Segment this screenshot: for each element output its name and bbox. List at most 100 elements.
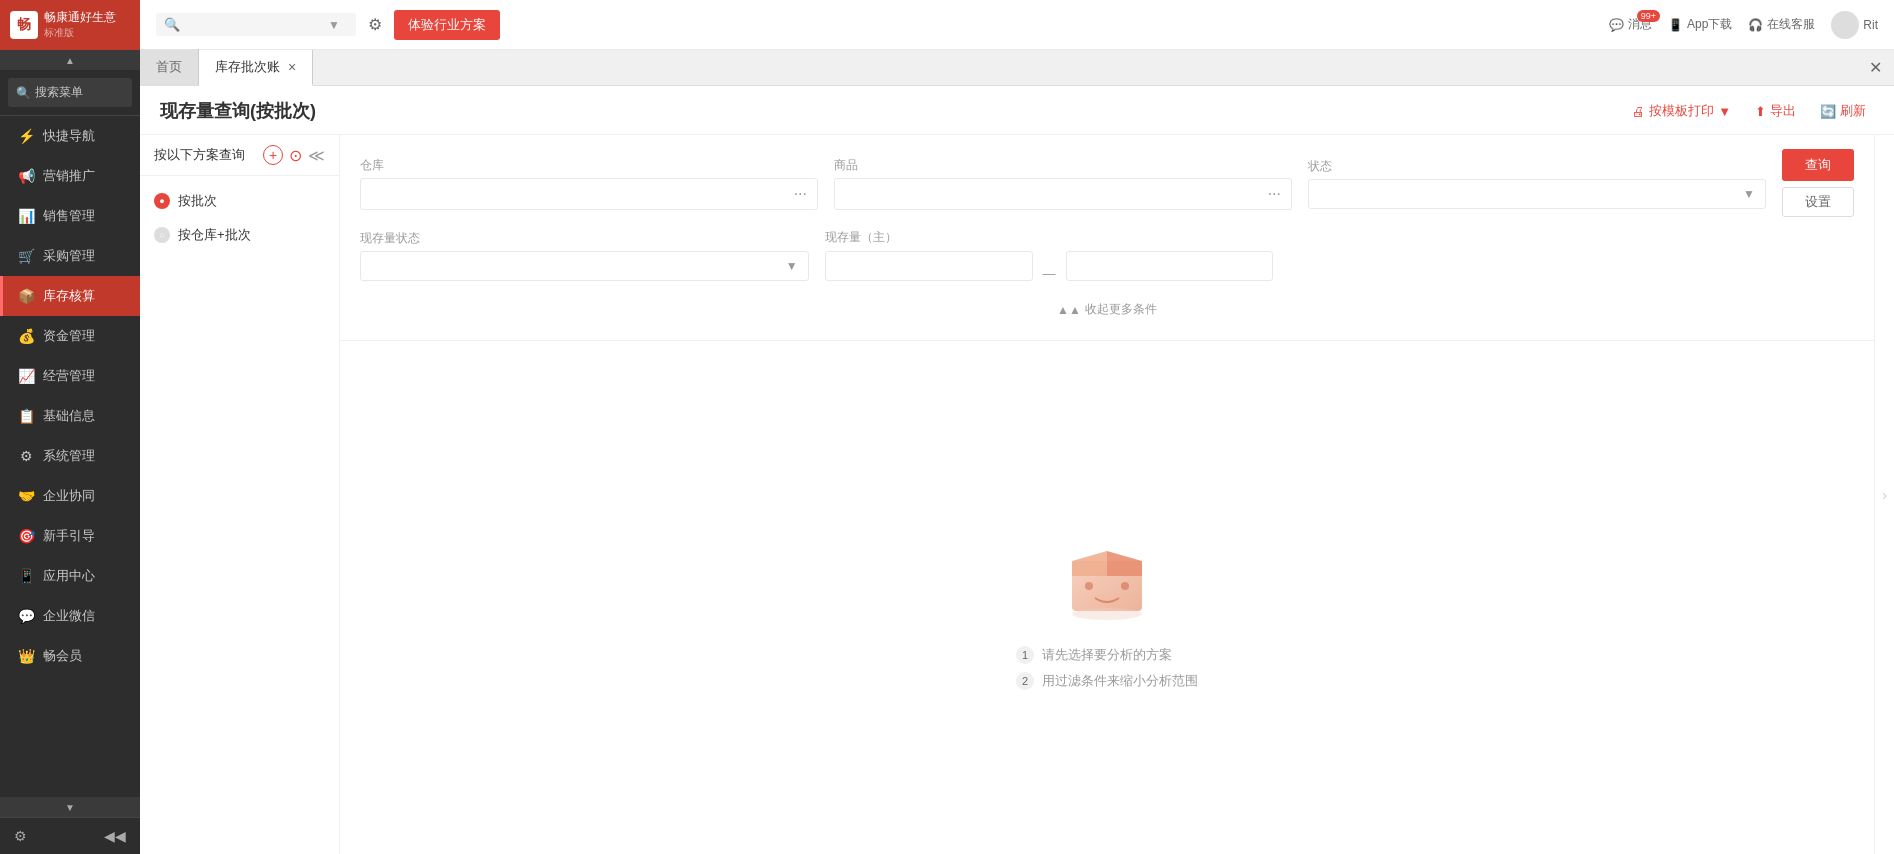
filter-active-dot: ●	[154, 193, 170, 209]
condition-row-2: 现存量状态 ▼ 现存量（主）	[360, 229, 1854, 281]
collapse-more-btn[interactable]: ▲▲ 收起更多条件	[360, 293, 1854, 326]
inventory-qty-dash: —	[1039, 266, 1060, 281]
close-tab-x-button[interactable]: ✕	[1869, 58, 1882, 77]
svg-marker-2	[1107, 551, 1142, 576]
member-icon: 👑	[17, 647, 35, 665]
sidebar-footer: ⚙ ◀◀	[0, 817, 140, 854]
search-conditions: 仓库 ··· 商品 ···	[340, 135, 1874, 341]
print-chevron-icon: ▼	[1718, 104, 1731, 119]
filter-panel: 按以下方案查询 + ⊙ ≪ ● 按批次 ○ 按仓库+批次	[140, 135, 340, 854]
warehouse-condition: 仓库 ···	[360, 157, 818, 210]
topbar-search-input[interactable]	[184, 18, 324, 32]
sidebar-item-operations[interactable]: 📈 经营管理	[0, 356, 140, 396]
inventory-qty-condition: 现存量（主） —	[825, 229, 1274, 281]
warehouse-input[interactable]: ···	[360, 178, 818, 210]
sidebar-item-basic-info[interactable]: 📋 基础信息	[0, 396, 140, 436]
page-header-actions: 🖨 按模板打印 ▼ ⬆ 导出 🔄 刷新	[1624, 98, 1874, 124]
scroll-down-arrow[interactable]: ▼	[0, 797, 140, 817]
empty-state: 1 请先选择要分析的方案 2 用过滤条件来缩小分析范围	[340, 341, 1874, 854]
filter-add-button[interactable]: +	[263, 145, 283, 165]
filter-settings-icon[interactable]: ⊙	[289, 146, 302, 165]
inventory-status-chevron-icon: ▼	[786, 259, 798, 273]
page-title: 现存量查询(按批次)	[160, 99, 316, 123]
inventory-qty-from[interactable]	[825, 251, 1033, 281]
enterprise-icon: 🤝	[17, 487, 35, 505]
product-label: 商品	[834, 157, 1292, 174]
user-profile-btn[interactable]: Rit	[1831, 11, 1878, 39]
sidebar: 畅 畅康通好生意 标准版 ▲ 🔍 搜索菜单 ⚡ 快捷导航 📢 营销推广 📊 销售…	[0, 0, 140, 854]
status-select[interactable]: ▼	[1308, 179, 1766, 209]
sidebar-item-finance[interactable]: 💰 资金管理	[0, 316, 140, 356]
topbar-right: 💬 消息 99+ 📱 App下载 🎧 在线客服 Rit	[1609, 11, 1878, 39]
status-label: 状态	[1308, 158, 1766, 175]
condition-actions: 查询 设置	[1782, 149, 1854, 217]
sidebar-item-inventory[interactable]: 📦 库存核算	[0, 276, 140, 316]
app-version: 标准版	[44, 26, 116, 40]
sidebar-item-sales[interactable]: 📊 销售管理	[0, 196, 140, 236]
product-dots[interactable]: ···	[1268, 185, 1281, 203]
svg-point-3	[1085, 582, 1093, 590]
scroll-up-arrow[interactable]: ▲	[0, 50, 140, 70]
sidebar-item-marketing[interactable]: 📢 营销推广	[0, 156, 140, 196]
app-logo: 畅	[10, 11, 38, 39]
tab-home[interactable]: 首页	[140, 49, 199, 85]
phone-icon: 📱	[1668, 18, 1683, 32]
avatar	[1831, 11, 1859, 39]
topbar-search[interactable]: 🔍 ▼	[156, 13, 356, 36]
sidebar-item-quick-nav[interactable]: ⚡ 快捷导航	[0, 116, 140, 156]
message-btn[interactable]: 💬 消息 99+	[1609, 16, 1652, 33]
inventory-status-condition: 现存量状态 ▼	[360, 230, 809, 281]
filter-item-warehouse-batch[interactable]: ○ 按仓库+批次	[140, 218, 339, 252]
product-input[interactable]: ···	[834, 178, 1292, 210]
sidebar-item-new-guide[interactable]: 🎯 新手引导	[0, 516, 140, 556]
message-badge: 99+	[1637, 10, 1660, 22]
sidebar-item-app-center[interactable]: 📱 应用中心	[0, 556, 140, 596]
inventory-qty-to[interactable]	[1066, 251, 1274, 281]
query-button[interactable]: 查询	[1782, 149, 1854, 181]
print-btn[interactable]: 🖨 按模板打印 ▼	[1624, 98, 1739, 124]
app-center-icon: 📱	[17, 567, 35, 585]
sidebar-item-system[interactable]: ⚙ 系统管理	[0, 436, 140, 476]
topbar: 🔍 ▼ ⚙ 体验行业方案 💬 消息 99+ 📱 App下载 🎧 在线客服 R	[140, 0, 1894, 50]
sidebar-item-purchase[interactable]: 🛒 采购管理	[0, 236, 140, 276]
inventory-status-select[interactable]: ▼	[360, 251, 809, 281]
app-company: 畅康通好生意	[44, 10, 116, 26]
trial-btn[interactable]: 体验行业方案	[394, 10, 500, 40]
sales-icon: 📊	[17, 207, 35, 225]
empty-illustration	[1047, 506, 1167, 626]
topbar-gear-icon[interactable]: ⚙	[368, 15, 382, 34]
filter-item-batch[interactable]: ● 按批次	[140, 184, 339, 218]
page-content: 现存量查询(按批次) 🖨 按模板打印 ▼ ⬆ 导出 🔄 刷新	[140, 86, 1894, 854]
filter-inactive-dot: ○	[154, 227, 170, 243]
search-menu-button[interactable]: 🔍 搜索菜单	[8, 78, 132, 107]
status-condition: 状态 ▼	[1308, 158, 1766, 209]
tabs-bar: 首页 库存批次账 × ✕	[140, 50, 1894, 86]
settings-button[interactable]: 设置	[1782, 187, 1854, 217]
filter-panel-actions: + ⊙ ≪	[263, 145, 325, 165]
sidebar-item-member[interactable]: 👑 畅会员	[0, 636, 140, 676]
sidebar-header: 畅 畅康通好生意 标准版	[0, 0, 140, 50]
sidebar-item-enterprise[interactable]: 🤝 企业协同	[0, 476, 140, 516]
finance-icon: 💰	[17, 327, 35, 345]
app-download-btn[interactable]: 📱 App下载	[1668, 16, 1732, 33]
filter-items: ● 按批次 ○ 按仓库+批次	[140, 176, 339, 260]
refresh-btn[interactable]: 🔄 刷新	[1812, 98, 1874, 124]
content-wrapper: 按以下方案查询 + ⊙ ≪ ● 按批次 ○ 按仓库+批次	[140, 135, 1894, 854]
tab-close-button[interactable]: ×	[288, 59, 296, 75]
filter-collapse-icon[interactable]: ≪	[308, 146, 325, 165]
collapse-sidebar-button[interactable]: ◀◀	[104, 828, 126, 844]
online-service-btn[interactable]: 🎧 在线客服	[1748, 16, 1815, 33]
right-edge-arrow[interactable]: ›	[1882, 487, 1887, 503]
user-name: Rit	[1863, 18, 1878, 32]
inventory-qty-label: 现存量（主）	[825, 229, 1274, 246]
export-btn[interactable]: ⬆ 导出	[1747, 98, 1804, 124]
warehouse-dots[interactable]: ···	[794, 185, 807, 203]
tab-inventory-batch[interactable]: 库存批次账 ×	[199, 50, 313, 86]
inventory-icon: 📦	[17, 287, 35, 305]
svg-marker-1	[1072, 551, 1107, 576]
status-chevron-icon: ▼	[1743, 187, 1755, 201]
tabs-right-close: ✕	[1857, 50, 1894, 85]
settings-footer-button[interactable]: ⚙	[14, 828, 27, 844]
sidebar-item-enterprise-wechat[interactable]: 💬 企业微信	[0, 596, 140, 636]
right-content: 仓库 ··· 商品 ···	[340, 135, 1874, 854]
